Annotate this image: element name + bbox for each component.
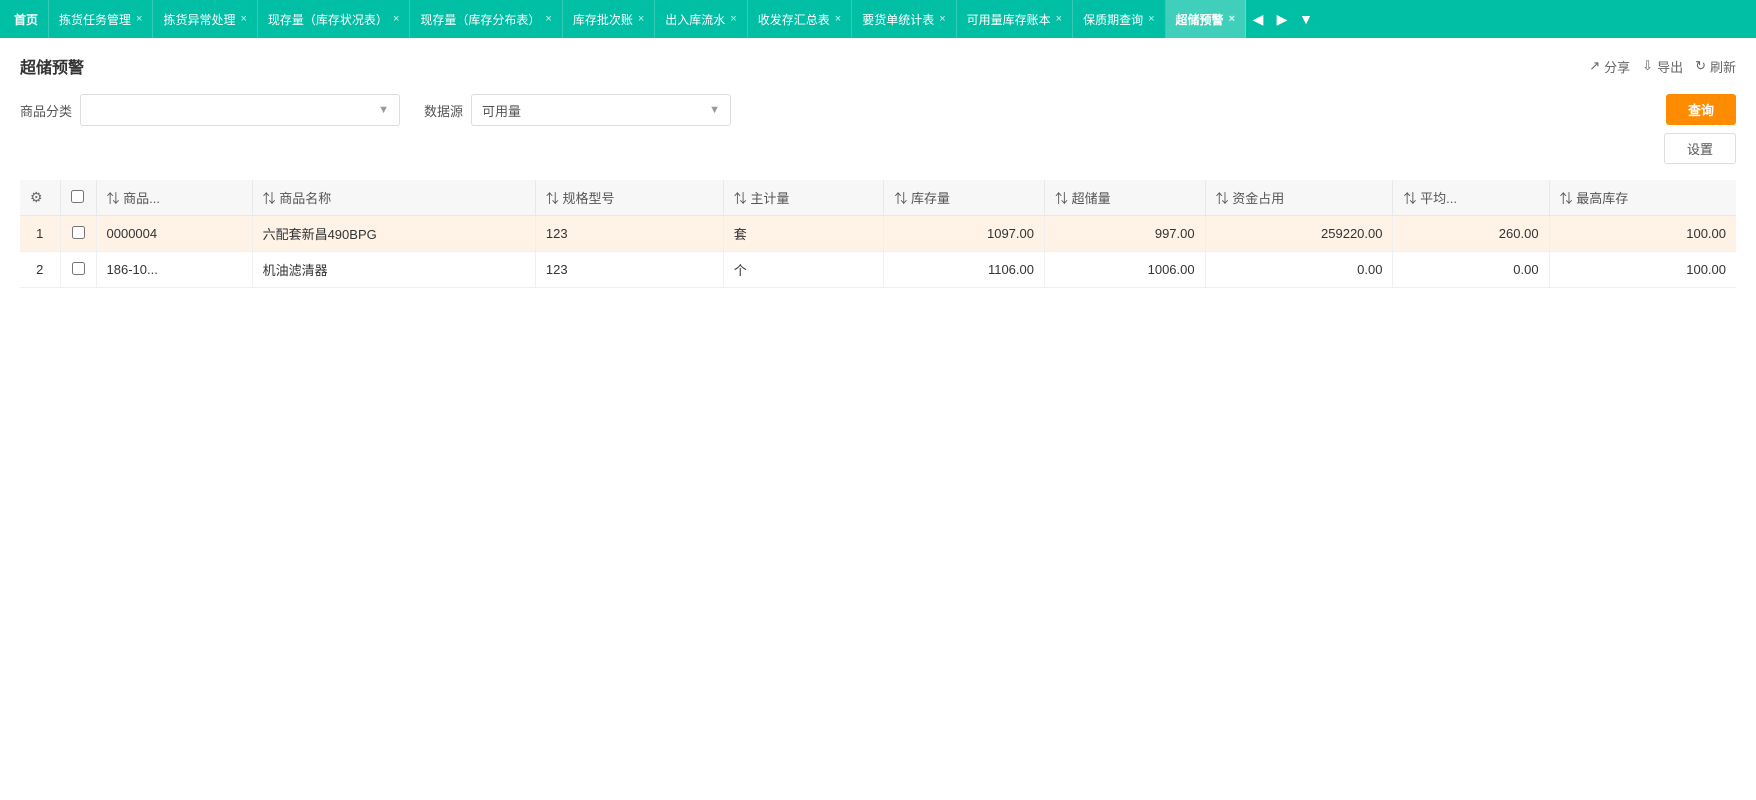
nav-prev-button[interactable]: ◀ bbox=[1246, 0, 1270, 38]
close-icon[interactable]: × bbox=[835, 13, 841, 25]
cell-capital: 259220.00 bbox=[1205, 216, 1393, 252]
select-all-checkbox[interactable] bbox=[71, 190, 84, 203]
cell-product-code: 186-10... bbox=[96, 252, 252, 288]
nav-tab-11[interactable]: 超储预警 × bbox=[1166, 0, 1246, 38]
close-icon[interactable]: × bbox=[939, 13, 945, 25]
nav-tab-8[interactable]: 要货单统计表 × bbox=[852, 0, 956, 38]
row-checkbox[interactable] bbox=[72, 262, 85, 275]
checkbox-header[interactable] bbox=[60, 180, 96, 216]
col-overflow[interactable]: ⇅ 超储量 bbox=[1044, 180, 1205, 216]
close-icon[interactable]: × bbox=[136, 13, 142, 25]
table-row: 2 186-10... 机油滤清器 123 个 1106.00 1006.00 … bbox=[20, 252, 1736, 288]
row-index: 2 bbox=[20, 252, 60, 288]
nav-more-button[interactable]: ▼ bbox=[1294, 0, 1318, 38]
export-button[interactable]: ⇩ 导出 bbox=[1642, 57, 1683, 76]
close-icon[interactable]: × bbox=[1056, 13, 1062, 25]
page-content: 超储预警 ↗ 分享 ⇩ 导出 ↻ 刷新 商品分类 ▼ 数据源 bbox=[0, 38, 1756, 800]
filter-buttons: 查询 设置 bbox=[1664, 94, 1736, 164]
col-max-stock[interactable]: ⇅ 最高库存 bbox=[1549, 180, 1736, 216]
col-spec[interactable]: ⇅ 规格型号 bbox=[535, 180, 723, 216]
cell-max-stock: 100.00 bbox=[1549, 216, 1736, 252]
category-filter: 商品分类 ▼ bbox=[20, 94, 400, 126]
col-stock[interactable]: ⇅ 库存量 bbox=[884, 180, 1045, 216]
nav-tab-7[interactable]: 收发存汇总表 × bbox=[748, 0, 852, 38]
close-icon[interactable]: × bbox=[1229, 13, 1235, 25]
datasource-select[interactable]: 可用量 ▼ bbox=[471, 94, 731, 126]
cell-unit: 套 bbox=[723, 216, 884, 252]
export-icon: ⇩ bbox=[1642, 58, 1653, 74]
query-button[interactable]: 查询 bbox=[1666, 94, 1736, 125]
cell-product-code: 0000004 bbox=[96, 216, 252, 252]
gear-icon[interactable]: ⚙ bbox=[30, 189, 43, 205]
nav-tab-9[interactable]: 可用量库存账本 × bbox=[957, 0, 1073, 38]
cell-spec: 123 bbox=[535, 252, 723, 288]
col-product-code[interactable]: ⇅ 商品... bbox=[96, 180, 252, 216]
col-unit[interactable]: ⇅ 主计量 bbox=[723, 180, 884, 216]
cell-unit: 个 bbox=[723, 252, 884, 288]
nav-tab-1[interactable]: 拣货任务管理 × bbox=[49, 0, 153, 38]
cell-overflow: 997.00 bbox=[1044, 216, 1205, 252]
row-index: 1 bbox=[20, 216, 60, 252]
page-title: 超储预警 bbox=[20, 54, 84, 78]
nav-tab-3[interactable]: 现存量（库存状况表） × bbox=[258, 0, 410, 38]
cell-avg: 260.00 bbox=[1393, 216, 1549, 252]
cell-stock: 1106.00 bbox=[884, 252, 1045, 288]
cell-product-name: 机油滤清器 bbox=[252, 252, 535, 288]
refresh-icon: ↻ bbox=[1695, 58, 1706, 74]
row-checkbox-cell[interactable] bbox=[60, 216, 96, 252]
chevron-down-icon: ▼ bbox=[378, 104, 389, 116]
top-nav: 首页 拣货任务管理 × 拣货异常处理 × 现存量（库存状况表） × 现存量（库存… bbox=[0, 0, 1756, 38]
category-label: 商品分类 bbox=[20, 101, 72, 120]
share-icon: ↗ bbox=[1589, 58, 1600, 74]
cell-product-name: 六配套新昌490BPG bbox=[252, 216, 535, 252]
table-header-row: ⚙ ⇅ 商品... ⇅ 商品名称 ⇅ 规格型号 ⇅ 主计量 ⇅ bbox=[20, 180, 1736, 216]
cell-capital: 0.00 bbox=[1205, 252, 1393, 288]
row-checkbox[interactable] bbox=[72, 226, 85, 239]
datasource-filter: 数据源 可用量 ▼ bbox=[424, 94, 731, 126]
cell-max-stock: 100.00 bbox=[1549, 252, 1736, 288]
category-select[interactable]: ▼ bbox=[80, 94, 400, 126]
close-icon[interactable]: × bbox=[730, 13, 736, 25]
nav-tab-4[interactable]: 现存量（库存分布表） × bbox=[410, 0, 562, 38]
nav-tab-5[interactable]: 库存批次账 × bbox=[563, 0, 655, 38]
data-table: ⚙ ⇅ 商品... ⇅ 商品名称 ⇅ 规格型号 ⇅ 主计量 ⇅ bbox=[20, 180, 1736, 288]
datasource-label: 数据源 bbox=[424, 101, 463, 120]
close-icon[interactable]: × bbox=[545, 13, 551, 25]
close-icon[interactable]: × bbox=[240, 13, 246, 25]
cell-overflow: 1006.00 bbox=[1044, 252, 1205, 288]
nav-tab-home[interactable]: 首页 bbox=[4, 0, 49, 38]
close-icon[interactable]: × bbox=[1148, 13, 1154, 25]
col-capital[interactable]: ⇅ 资金占用 bbox=[1205, 180, 1393, 216]
nav-next-button[interactable]: ▶ bbox=[1270, 0, 1294, 38]
col-avg[interactable]: ⇅ 平均... bbox=[1393, 180, 1549, 216]
nav-tab-6[interactable]: 出入库流水 × bbox=[655, 0, 747, 38]
settings-button[interactable]: 设置 bbox=[1664, 133, 1736, 164]
chevron-down-icon: ▼ bbox=[709, 104, 720, 116]
header-actions: ↗ 分享 ⇩ 导出 ↻ 刷新 bbox=[1589, 57, 1736, 76]
cell-avg: 0.00 bbox=[1393, 252, 1549, 288]
table-row: 1 0000004 六配套新昌490BPG 123 套 1097.00 997.… bbox=[20, 216, 1736, 252]
close-icon[interactable]: × bbox=[638, 13, 644, 25]
share-button[interactable]: ↗ 分享 bbox=[1589, 57, 1630, 76]
page-header: 超储预警 ↗ 分享 ⇩ 导出 ↻ 刷新 bbox=[20, 54, 1736, 78]
refresh-button[interactable]: ↻ 刷新 bbox=[1695, 57, 1736, 76]
col-product-name[interactable]: ⇅ 商品名称 bbox=[252, 180, 535, 216]
nav-tab-10[interactable]: 保质期查询 × bbox=[1073, 0, 1165, 38]
close-icon[interactable]: × bbox=[393, 13, 399, 25]
cell-spec: 123 bbox=[535, 216, 723, 252]
settings-header[interactable]: ⚙ bbox=[20, 180, 60, 216]
nav-tab-2[interactable]: 拣货异常处理 × bbox=[153, 0, 257, 38]
row-checkbox-cell[interactable] bbox=[60, 252, 96, 288]
cell-stock: 1097.00 bbox=[884, 216, 1045, 252]
